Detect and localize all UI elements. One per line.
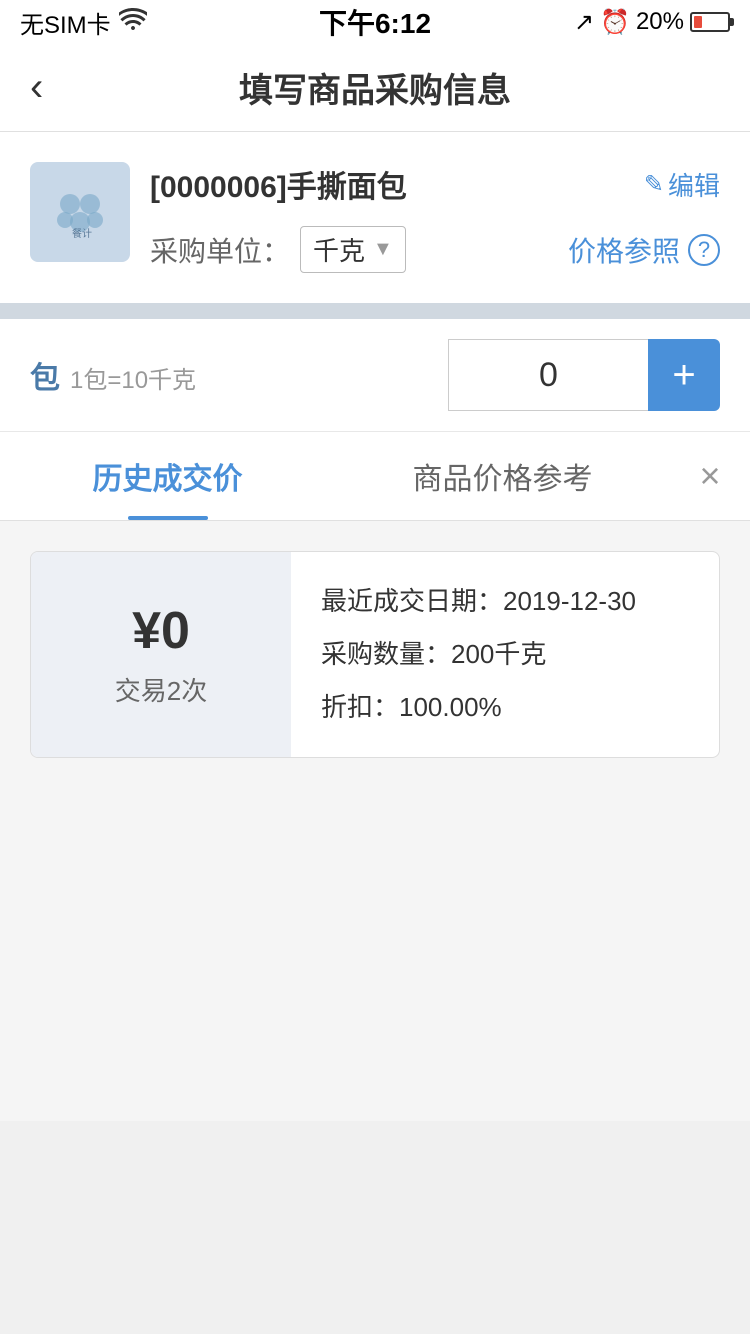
trade-count: 交易2次 bbox=[115, 671, 207, 708]
alarm-icon: ⏰ bbox=[600, 8, 630, 37]
wifi-icon bbox=[119, 8, 147, 37]
quantity-input[interactable]: 0 bbox=[448, 339, 648, 411]
nav-bar: ‹ 填写商品采购信息 bbox=[0, 44, 750, 132]
tab-history-price[interactable]: 历史成交价 bbox=[0, 432, 335, 520]
product-thumbnail: 餐计 bbox=[30, 162, 130, 262]
status-time: 下午6:12 bbox=[319, 2, 431, 42]
transaction-card: ¥0 交易2次 最近成交日期：2019-12-30 采购数量：200千克 折扣：… bbox=[30, 551, 720, 758]
dropdown-arrow-icon: ▼ bbox=[373, 238, 393, 261]
edit-icon: ✎ bbox=[644, 170, 664, 199]
status-left: 无SIM卡 bbox=[20, 5, 147, 40]
unit-select-dropdown[interactable]: 千克 ▼ bbox=[300, 226, 406, 273]
product-header: 餐计 [0000006]手撕面包 ✎ 编辑 采购单位： 千克 ▼ bbox=[30, 162, 720, 273]
status-right: ↗ ⏰ 20% bbox=[574, 8, 730, 37]
location-icon: ↗ bbox=[574, 8, 594, 37]
purchase-qty-row: 采购数量：200千克 bbox=[321, 635, 689, 674]
price-ref-button[interactable]: 价格参照 ? bbox=[568, 230, 720, 270]
battery-icon bbox=[690, 12, 730, 32]
product-section: 餐计 [0000006]手撕面包 ✎ 编辑 采购单位： 千克 ▼ bbox=[0, 132, 750, 303]
unit-label: 采购单位： 千克 ▼ bbox=[150, 226, 406, 273]
battery-percent: 20% bbox=[636, 8, 684, 36]
carrier-label: 无SIM卡 bbox=[20, 5, 111, 40]
quantity-row: 包 1包=10千克 0 + bbox=[0, 319, 750, 432]
quantity-conversion: 1包=10千克 bbox=[70, 360, 196, 395]
quantity-input-area: 0 + bbox=[448, 339, 720, 411]
card-right: 最近成交日期：2019-12-30 采购数量：200千克 折扣：100.00% bbox=[291, 552, 719, 757]
tab-content: ¥0 交易2次 最近成交日期：2019-12-30 采购数量：200千克 折扣：… bbox=[0, 521, 750, 1121]
section-divider bbox=[0, 303, 750, 319]
svg-text:餐计: 餐计 bbox=[72, 227, 92, 240]
unit-row: 采购单位： 千克 ▼ 价格参照 ? bbox=[150, 226, 720, 273]
discount-row: 折扣：100.00% bbox=[321, 688, 689, 727]
back-button[interactable]: ‹ bbox=[20, 55, 53, 120]
card-left: ¥0 交易2次 bbox=[31, 552, 291, 757]
status-bar: 无SIM卡 下午6:12 ↗ ⏰ 20% bbox=[0, 0, 750, 44]
page-title: 填写商品采购信息 bbox=[239, 63, 511, 112]
quantity-label: 包 1包=10千克 bbox=[30, 353, 196, 397]
tab-bar: 历史成交价 商品价格参考 × bbox=[0, 432, 750, 521]
quantity-unit: 包 bbox=[30, 353, 60, 397]
tab-close-button[interactable]: × bbox=[670, 432, 750, 520]
price-ref-help-icon: ? bbox=[688, 234, 720, 266]
product-name-row: [0000006]手撕面包 ✎ 编辑 bbox=[150, 162, 720, 206]
edit-button[interactable]: ✎ 编辑 bbox=[644, 166, 720, 203]
product-name: [0000006]手撕面包 bbox=[150, 162, 407, 206]
transaction-price: ¥0 bbox=[132, 601, 190, 661]
product-info: [0000006]手撕面包 ✎ 编辑 采购单位： 千克 ▼ 价格参照 ? bbox=[150, 162, 720, 273]
recent-date-row: 最近成交日期：2019-12-30 bbox=[321, 582, 689, 621]
tab-product-price-ref[interactable]: 商品价格参考 bbox=[335, 432, 670, 520]
quantity-plus-button[interactable]: + bbox=[648, 339, 720, 411]
